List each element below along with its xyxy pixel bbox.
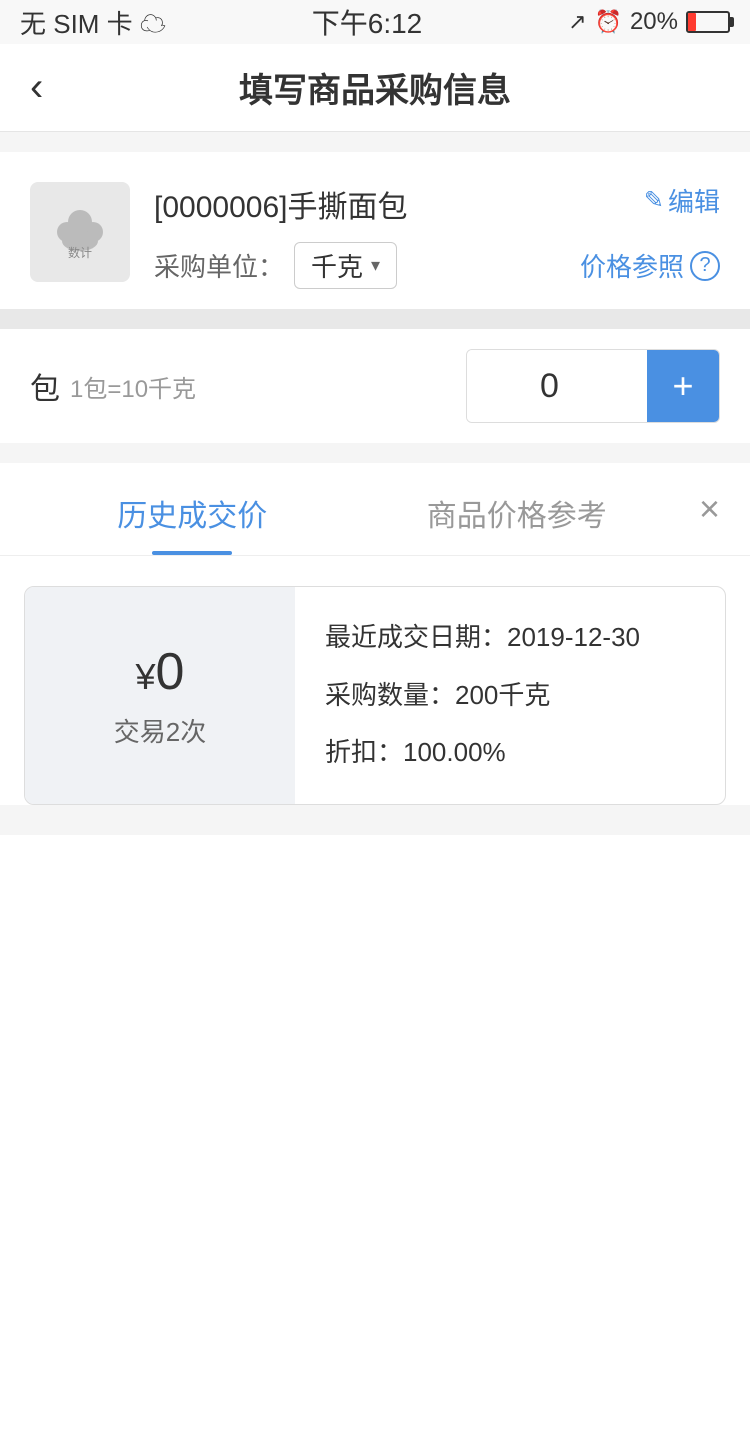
price-ref-label: 价格参照 bbox=[580, 247, 684, 284]
page-title: 填写商品采购信息 bbox=[239, 63, 511, 112]
quantity-input[interactable] bbox=[467, 350, 647, 422]
status-right: ↗ ⏰ 20% bbox=[568, 8, 730, 36]
discount-row: 折扣：100.00% bbox=[325, 732, 695, 774]
plus-icon: + bbox=[672, 365, 693, 407]
history-card: ¥0 交易2次 最近成交日期：2019-12-30 采购数量：200千克 折扣：… bbox=[24, 586, 726, 805]
back-icon: ‹ bbox=[30, 65, 43, 110]
product-name: [0000006]手撕面包 bbox=[154, 182, 407, 226]
tab-history-price[interactable]: 历史成交价 bbox=[30, 463, 354, 555]
recent-date-label: 最近成交日期： bbox=[325, 622, 507, 652]
recent-date-value: 2019-12-30 bbox=[507, 622, 640, 652]
unit-left: 采购单位： 千克 ▾ bbox=[154, 242, 397, 289]
tabs-section: 历史成交价 商品价格参考 × ¥0 交易2次 最近成交日期：2019-12-30… bbox=[0, 463, 750, 805]
back-button[interactable]: ‹ bbox=[30, 65, 43, 110]
discount-value: 100.00% bbox=[403, 737, 506, 767]
tabs-header: 历史成交价 商品价格参考 × bbox=[0, 463, 750, 556]
history-card-left: ¥0 交易2次 bbox=[25, 587, 295, 804]
quantity-row: 包 1包=10千克 + bbox=[0, 329, 750, 443]
sim-label: 无 SIM 卡 ☁ bbox=[20, 4, 166, 41]
tab-product-price-ref[interactable]: 商品价格参考 bbox=[354, 463, 678, 555]
alarm-icon: ⏰ bbox=[595, 9, 622, 35]
battery-icon bbox=[686, 11, 730, 33]
history-price-display: ¥0 bbox=[136, 642, 185, 702]
status-time: 下午6:12 bbox=[312, 2, 423, 42]
product-info: [0000006]手撕面包 ✎ 编辑 采购单位： 千克 ▾ 价格参照 ? bbox=[154, 182, 720, 289]
history-card-right: 最近成交日期：2019-12-30 采购数量：200千克 折扣：100.00% bbox=[295, 587, 725, 804]
quantity-input-area: + bbox=[466, 349, 720, 423]
section-divider bbox=[0, 309, 750, 329]
tabs-close-button[interactable]: × bbox=[679, 468, 720, 550]
battery-percent: 20% bbox=[630, 8, 678, 36]
svg-text:数计: 数计 bbox=[68, 245, 92, 260]
quantity-unit: 包 bbox=[30, 364, 60, 408]
location-icon: ↗ bbox=[568, 9, 586, 35]
edit-icon: ✎ bbox=[644, 186, 664, 215]
discount-label: 折扣： bbox=[325, 737, 403, 767]
currency-symbol: ¥ bbox=[136, 656, 156, 697]
price-ref-help-icon: ? bbox=[690, 251, 720, 281]
battery-fill bbox=[688, 13, 696, 31]
status-left: 无 SIM 卡 ☁ bbox=[20, 4, 166, 41]
history-trade-count: 交易2次 bbox=[114, 712, 206, 749]
tab-history-label: 历史成交价 bbox=[117, 500, 267, 533]
status-bar: 无 SIM 卡 ☁ 下午6:12 ↗ ⏰ 20% bbox=[0, 0, 750, 44]
unit-dropdown-arrow: ▾ bbox=[371, 255, 380, 276]
unit-select[interactable]: 千克 ▾ bbox=[294, 242, 397, 289]
history-price-value: 0 bbox=[156, 643, 185, 701]
quantity-plus-button[interactable]: + bbox=[647, 350, 719, 422]
tab-price-ref-label: 商品价格参考 bbox=[427, 500, 607, 533]
unit-label: 采购单位： bbox=[154, 247, 284, 284]
help-text: ? bbox=[699, 254, 710, 277]
product-thumbnail: 数计 bbox=[30, 182, 130, 282]
purchase-quantity-row: 采购数量：200千克 bbox=[325, 675, 695, 717]
quantity-label: 包 1包=10千克 bbox=[30, 364, 196, 408]
nav-bar: ‹ 填写商品采购信息 bbox=[0, 44, 750, 132]
unit-value: 千克 bbox=[311, 247, 363, 284]
recent-date-row: 最近成交日期：2019-12-30 bbox=[325, 617, 695, 659]
bottom-area bbox=[0, 835, 750, 1435]
close-icon: × bbox=[699, 488, 720, 529]
product-unit-row: 采购单位： 千克 ▾ 价格参照 ? bbox=[154, 242, 720, 289]
purchase-quantity-label: 采购数量： bbox=[325, 680, 455, 710]
edit-label: 编辑 bbox=[668, 182, 720, 219]
product-header: [0000006]手撕面包 ✎ 编辑 bbox=[154, 182, 720, 226]
product-section: 数计 [0000006]手撕面包 ✎ 编辑 采购单位： 千克 ▾ 价格参照 ? bbox=[0, 152, 750, 309]
edit-button[interactable]: ✎ 编辑 bbox=[644, 182, 720, 219]
quantity-conversion: 1包=10千克 bbox=[70, 369, 196, 404]
purchase-quantity-value: 200千克 bbox=[455, 680, 550, 710]
price-reference-button[interactable]: 价格参照 ? bbox=[580, 247, 720, 284]
